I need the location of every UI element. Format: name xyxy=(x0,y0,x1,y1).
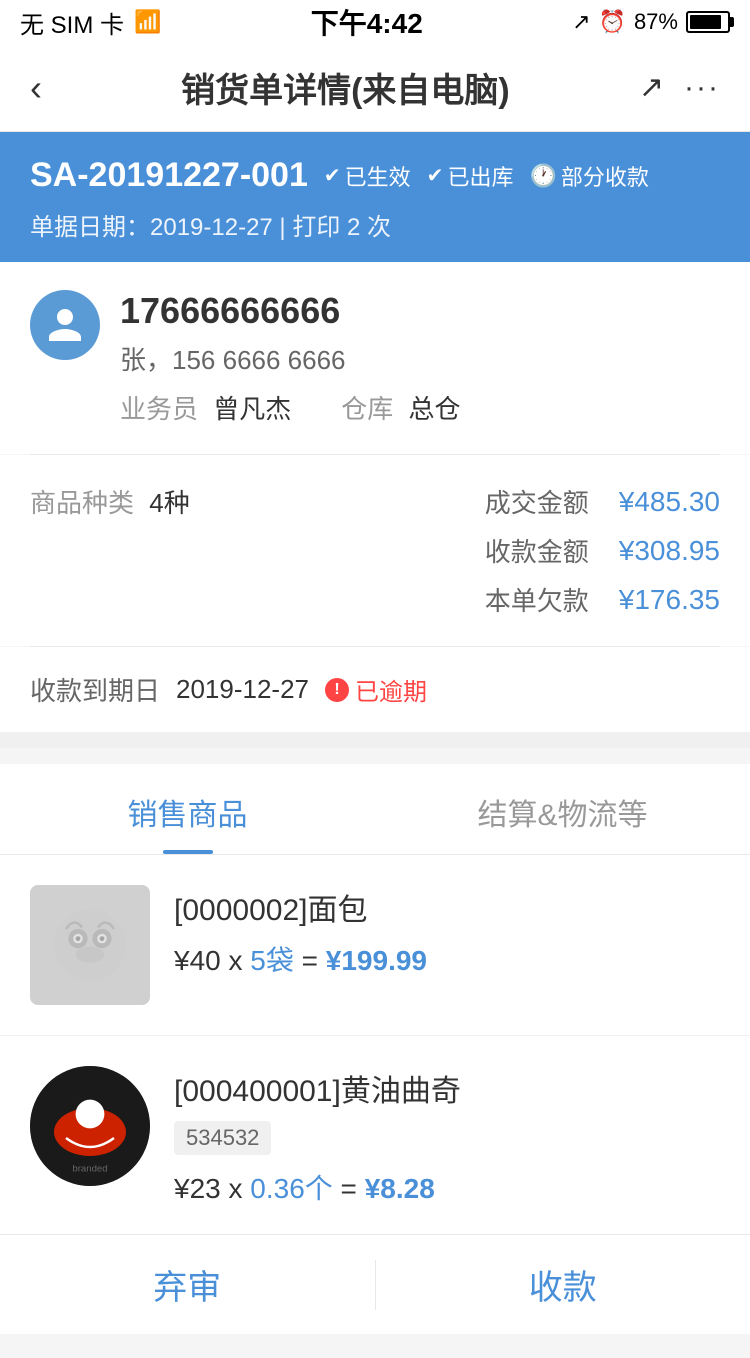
customer-meta: 业务员 曾凡杰 仓库 总仓 xyxy=(120,389,720,426)
product-sku-2: 534532 xyxy=(174,1121,271,1155)
confirm-button[interactable]: 收款 xyxy=(376,1240,750,1329)
order-banner-top: SA-20191227-001 ✔ 已生效 ✔ 已出库 🕐 部分收款 xyxy=(30,156,720,195)
tabs-section: 销售商品 结算&物流等 [00000 xyxy=(0,764,750,1238)
product-item: [0000002]面包 ¥40 x 5袋 = ¥199.99 xyxy=(0,855,750,1036)
avatar xyxy=(30,290,100,360)
location-icon: ↗ xyxy=(572,9,590,35)
nav-actions: ↗ ··· xyxy=(639,70,720,105)
debt-value: ¥176.35 xyxy=(619,584,720,616)
received-label: 收款金额 xyxy=(485,532,589,569)
status-right: ↗ ⏰ 87% xyxy=(572,9,730,35)
due-label: 收款到期日 xyxy=(30,671,160,708)
deal-value: ¥485.30 xyxy=(619,486,720,518)
category-value: 4种 xyxy=(149,488,189,518)
tabs-bar: 销售商品 结算&物流等 xyxy=(0,764,750,855)
tab-settlement[interactable]: 结算&物流等 xyxy=(375,764,750,854)
product-name-1: [0000002]面包 xyxy=(174,885,720,929)
tab-sales-products[interactable]: 销售商品 xyxy=(0,764,375,854)
product-thumbnail-2: branded xyxy=(30,1066,150,1186)
status-bar: 无 SIM 卡 📶 下午4:42 ↗ ⏰ 87% xyxy=(0,0,750,44)
product-list: [0000002]面包 ¥40 x 5袋 = ¥199.99 branded [… xyxy=(0,855,750,1238)
product-thumbnail-1 xyxy=(30,885,150,1005)
summary-row: 商品种类 4种 成交金额 ¥485.30 收款金额 ¥308.95 本单欠款 ¥… xyxy=(30,483,720,618)
received-value: ¥308.95 xyxy=(619,535,720,567)
received-amount-row: 收款金额 ¥308.95 xyxy=(485,532,720,569)
customer-name-phone: 张，156 6666 6666 xyxy=(120,340,720,377)
salesperson-field: 业务员 曾凡杰 xyxy=(120,389,291,426)
customer-section: 17666666666 张，156 6666 6666 业务员 曾凡杰 仓库 总… xyxy=(0,262,750,454)
overdue-badge: ! 已逾期 xyxy=(325,672,427,707)
order-banner: SA-20191227-001 ✔ 已生效 ✔ 已出库 🕐 部分收款 单据日期：… xyxy=(0,132,750,262)
product-name-2: [000400001]黄油曲奇 xyxy=(174,1066,720,1110)
salesperson-value: 曾凡杰 xyxy=(213,394,291,424)
warehouse-value: 总仓 xyxy=(409,394,461,424)
status-time: 下午4:42 xyxy=(311,2,423,42)
salesperson-label: 业务员 xyxy=(120,394,198,424)
product-info-2: [000400001]黄油曲奇 534532 ¥23 x 0.36个 = ¥8.… xyxy=(174,1066,720,1207)
warehouse-field: 仓库 总仓 xyxy=(341,389,460,426)
product-image-2: branded xyxy=(30,1066,150,1186)
debt-amount-row: 本单欠款 ¥176.35 xyxy=(485,581,720,618)
back-button[interactable]: ‹ xyxy=(20,57,52,119)
carrier-label: 无 SIM 卡 xyxy=(20,5,124,40)
customer-id: 17666666666 xyxy=(120,290,720,332)
battery-icon xyxy=(686,11,730,33)
deal-amount-row: 成交金额 ¥485.30 xyxy=(485,483,720,520)
alarm-icon: ⏰ xyxy=(599,9,626,35)
order-id: SA-20191227-001 xyxy=(30,156,308,195)
order-date: 单据日期：2019-12-27 | 打印 2 次 xyxy=(30,207,720,242)
product-price-1: ¥40 x 5袋 = ¥199.99 xyxy=(174,939,720,979)
nav-bar: ‹ 销货单详情(来自电脑) ↗ ··· xyxy=(0,44,750,132)
debt-label: 本单欠款 xyxy=(485,581,589,618)
overdue-icon: ! xyxy=(325,678,349,702)
svg-text:branded: branded xyxy=(72,1164,107,1175)
divider-3 xyxy=(0,732,750,748)
more-button[interactable]: ··· xyxy=(684,71,720,105)
status-effected: ✔ 已生效 xyxy=(324,160,411,192)
product-info-1: [0000002]面包 ¥40 x 5袋 = ¥199.99 xyxy=(174,885,720,979)
summary-section: 商品种类 4种 成交金额 ¥485.30 收款金额 ¥308.95 本单欠款 ¥… xyxy=(0,455,750,646)
check-icon-2: ✔ xyxy=(427,163,444,188)
wifi-icon: 📶 xyxy=(134,9,161,35)
warehouse-label: 仓库 xyxy=(341,394,393,424)
owl-icon xyxy=(50,905,130,985)
check-icon-1: ✔ xyxy=(324,163,341,188)
deal-label: 成交金额 xyxy=(485,483,589,520)
clock-icon: 🕐 xyxy=(529,163,556,189)
share-button[interactable]: ↗ xyxy=(639,70,664,105)
status-shipped: ✔ 已出库 xyxy=(427,160,514,192)
due-date-value: 2019-12-27 xyxy=(176,674,309,705)
cancel-button[interactable]: 弃审 xyxy=(0,1240,375,1329)
avatar-icon xyxy=(45,305,85,345)
status-partial: 🕐 部分收款 xyxy=(529,160,648,192)
amounts-section: 成交金额 ¥485.30 收款金额 ¥308.95 本单欠款 ¥176.35 xyxy=(485,483,720,618)
page-title: 销货单详情(来自电脑) xyxy=(52,63,639,112)
product-price-2: ¥23 x 0.36个 = ¥8.28 xyxy=(174,1167,720,1207)
category-label: 商品种类 xyxy=(30,488,134,518)
battery-label: 87% xyxy=(634,9,678,35)
customer-info: 17666666666 张，156 6666 6666 业务员 曾凡杰 仓库 总… xyxy=(120,290,720,426)
product-item-2: branded [000400001]黄油曲奇 534532 ¥23 x 0.3… xyxy=(0,1036,750,1238)
due-section: 收款到期日 2019-12-27 ! 已逾期 xyxy=(0,647,750,732)
category-field: 商品种类 4种 xyxy=(30,483,190,520)
overdue-text: 已逾期 xyxy=(355,672,427,707)
bottom-bar: 弃审 收款 xyxy=(0,1234,750,1334)
status-left: 无 SIM 卡 📶 xyxy=(20,5,161,40)
